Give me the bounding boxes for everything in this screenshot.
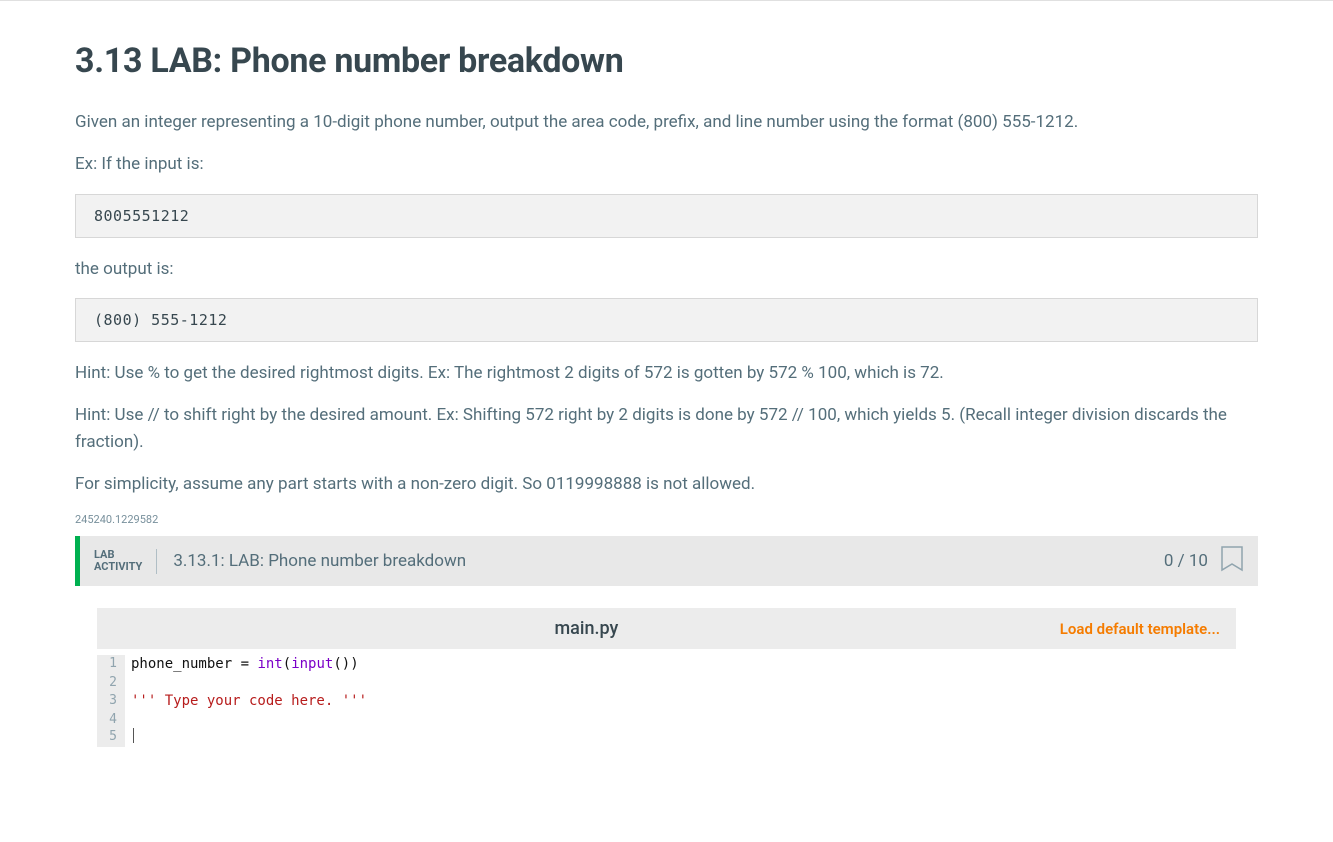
hint-1: Hint: Use % to get the desired rightmost… — [75, 360, 1258, 386]
editor-area: main.py Load default template... 1phone_… — [75, 586, 1258, 747]
code-line[interactable]: 1phone_number = int(input()) — [97, 655, 1236, 674]
code-line[interactable]: 4 — [97, 711, 1236, 729]
example-output-block: (800) 555-1212 — [75, 298, 1258, 342]
code-line[interactable]: 2 — [97, 674, 1236, 692]
code-editor[interactable]: 1phone_number = int(input())23''' Type y… — [97, 649, 1236, 747]
line-number: 2 — [97, 674, 125, 692]
hint-2: Hint: Use // to shift right by the desir… — [75, 402, 1258, 455]
code-content[interactable] — [125, 711, 131, 729]
code-line[interactable]: 3''' Type your code here. ''' — [97, 692, 1236, 711]
line-number: 4 — [97, 711, 125, 729]
intro-text: Given an integer representing a 10-digit… — [75, 109, 1258, 135]
lab-activity-header: LAB ACTIVITY 3.13.1: LAB: Phone number b… — [75, 536, 1258, 586]
line-number: 5 — [97, 728, 125, 747]
lab-activity-label: LAB ACTIVITY — [94, 549, 157, 573]
line-number: 1 — [97, 655, 125, 674]
code-content[interactable] — [125, 674, 131, 692]
page-title: 3.13 LAB: Phone number breakdown — [75, 41, 1258, 81]
assignment-id: 245240.1229582 — [75, 513, 1258, 526]
example-output-label: the output is: — [75, 256, 1258, 282]
lab-score: 0 / 10 — [1164, 551, 1220, 571]
load-default-template-link[interactable]: Load default template... — [1060, 620, 1220, 638]
bookmark-icon[interactable] — [1220, 546, 1244, 576]
line-number: 3 — [97, 692, 125, 711]
editor-header: main.py Load default template... — [97, 608, 1236, 649]
example-input-label: Ex: If the input is: — [75, 151, 1258, 177]
lab-activity-title: 3.13.1: LAB: Phone number breakdown — [157, 551, 1164, 571]
code-line[interactable]: 5 — [97, 728, 1236, 747]
example-input-block: 8005551212 — [75, 194, 1258, 238]
editor-filename: main.py — [113, 618, 1060, 639]
code-content[interactable]: ''' Type your code here. ''' — [125, 692, 367, 711]
code-content[interactable] — [125, 728, 134, 747]
simplicity-note: For simplicity, assume any part starts w… — [75, 471, 1258, 497]
code-content[interactable]: phone_number = int(input()) — [125, 655, 359, 674]
